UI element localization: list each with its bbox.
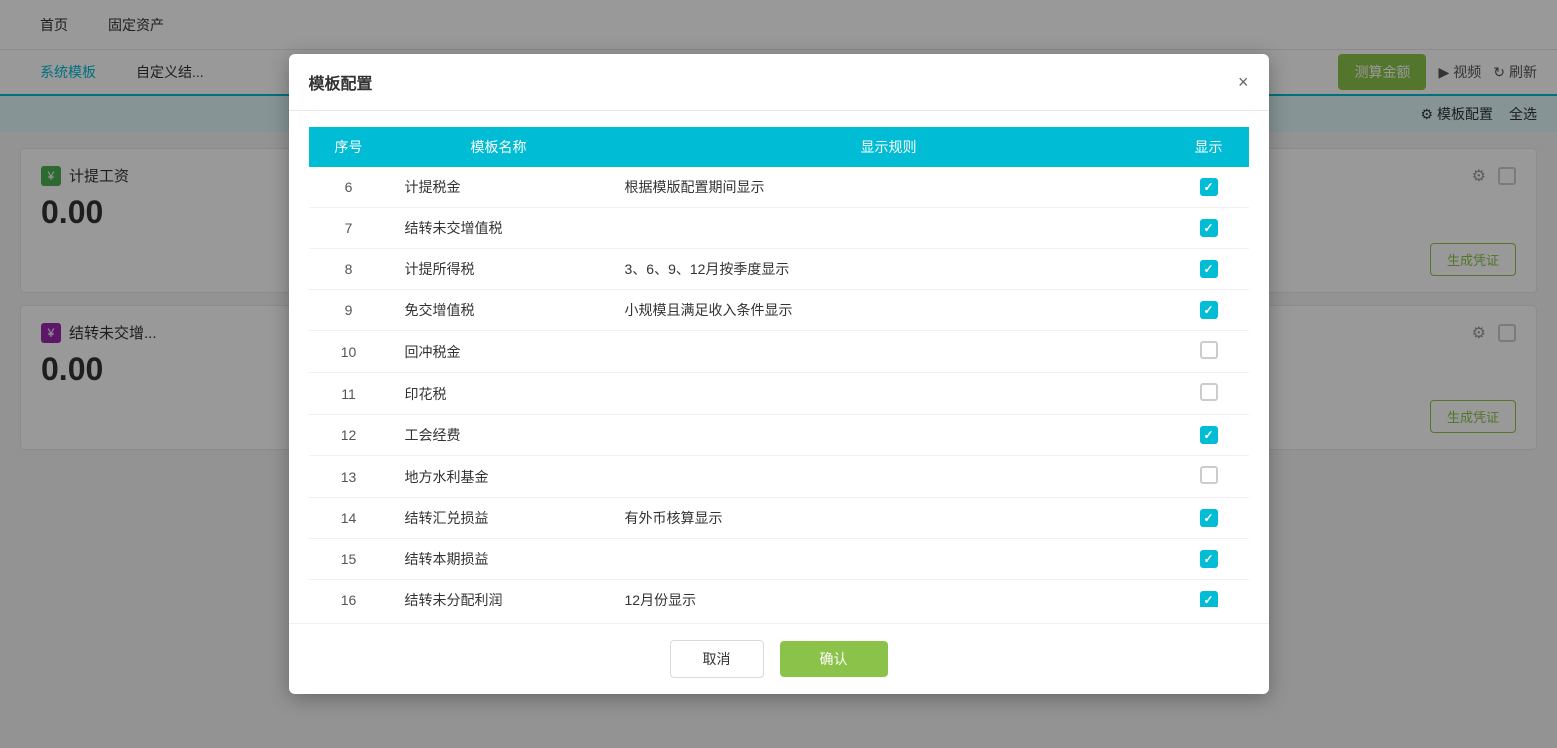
cell-seq-4: 10 (309, 331, 389, 373)
cell-name-2: 计提所得税 (389, 249, 609, 290)
table-row: 14结转汇兑损益有外币核算显示 (309, 498, 1249, 539)
checkbox-row-8[interactable] (1200, 509, 1218, 527)
modal-title: 模板配置 (309, 70, 373, 94)
cell-name-5: 印花税 (389, 373, 609, 415)
checkbox-row-9[interactable] (1200, 550, 1218, 568)
table-header-row: 序号 模板名称 显示规则 显示 (309, 127, 1249, 167)
table-row: 8计提所得税3、6、9、12月按季度显示 (309, 249, 1249, 290)
table-row: 11印花税 (309, 373, 1249, 415)
cell-check-2 (1169, 249, 1249, 290)
col-header-seq: 序号 (309, 127, 389, 167)
cell-check-6 (1169, 415, 1249, 456)
cell-seq-3: 9 (309, 290, 389, 331)
cell-name-8: 结转汇兑损益 (389, 498, 609, 539)
checkbox-row-7[interactable] (1200, 466, 1218, 484)
checkbox-row-6[interactable] (1200, 426, 1218, 444)
cell-seq-1: 7 (309, 208, 389, 249)
modal-body: 序号 模板名称 显示规则 显示 6计提税金根据模版配置期间显示7结转未交增值税8… (289, 111, 1269, 623)
cell-check-9 (1169, 539, 1249, 580)
config-table: 序号 模板名称 显示规则 显示 6计提税金根据模版配置期间显示7结转未交增值税8… (309, 127, 1249, 607)
table-row: 13地方水利基金 (309, 456, 1249, 498)
modal-overlay: 模板配置 × 序号 模板名称 显示规则 显示 6 (0, 0, 1557, 748)
confirm-button[interactable]: 确认 (780, 641, 888, 677)
cell-rule-1 (609, 208, 1169, 249)
col-header-display: 显示 (1169, 127, 1249, 167)
cell-seq-8: 14 (309, 498, 389, 539)
table-row: 10回冲税金 (309, 331, 1249, 373)
table-scroll-container[interactable]: 序号 模板名称 显示规则 显示 6计提税金根据模版配置期间显示7结转未交增值税8… (309, 127, 1249, 607)
table-row: 12工会经费 (309, 415, 1249, 456)
checkbox-row-2[interactable] (1200, 260, 1218, 278)
cell-seq-9: 15 (309, 539, 389, 580)
cell-rule-7 (609, 456, 1169, 498)
cell-check-1 (1169, 208, 1249, 249)
checkbox-row-5[interactable] (1200, 383, 1218, 401)
cell-rule-4 (609, 331, 1169, 373)
cell-rule-3: 小规模且满足收入条件显示 (609, 290, 1169, 331)
cell-seq-2: 8 (309, 249, 389, 290)
modal-header: 模板配置 × (289, 54, 1269, 111)
checkbox-row-10[interactable] (1200, 591, 1218, 607)
cell-rule-2: 3、6、9、12月按季度显示 (609, 249, 1169, 290)
cell-seq-0: 6 (309, 167, 389, 208)
cell-name-4: 回冲税金 (389, 331, 609, 373)
col-header-rule: 显示规则 (609, 127, 1169, 167)
cell-rule-5 (609, 373, 1169, 415)
table-row: 7结转未交增值税 (309, 208, 1249, 249)
checkbox-row-0[interactable] (1200, 178, 1218, 196)
cell-rule-10: 12月份显示 (609, 580, 1169, 608)
table-row: 16结转未分配利润12月份显示 (309, 580, 1249, 608)
table-body: 6计提税金根据模版配置期间显示7结转未交增值税8计提所得税3、6、9、12月按季… (309, 167, 1249, 607)
modal-footer: 取消 确认 (289, 623, 1269, 694)
cell-name-0: 计提税金 (389, 167, 609, 208)
cell-check-8 (1169, 498, 1249, 539)
col-header-name: 模板名称 (389, 127, 609, 167)
cell-check-4 (1169, 331, 1249, 373)
cell-check-10 (1169, 580, 1249, 608)
checkbox-row-3[interactable] (1200, 301, 1218, 319)
cancel-button[interactable]: 取消 (670, 640, 764, 678)
cell-name-6: 工会经费 (389, 415, 609, 456)
cell-name-7: 地方水利基金 (389, 456, 609, 498)
table-row: 6计提税金根据模版配置期间显示 (309, 167, 1249, 208)
cell-seq-6: 12 (309, 415, 389, 456)
checkbox-row-1[interactable] (1200, 219, 1218, 237)
cell-rule-8: 有外币核算显示 (609, 498, 1169, 539)
cell-name-3: 免交增值税 (389, 290, 609, 331)
cell-name-10: 结转未分配利润 (389, 580, 609, 608)
table-row: 9免交增值税小规模且满足收入条件显示 (309, 290, 1249, 331)
cell-check-5 (1169, 373, 1249, 415)
table-row: 15结转本期损益 (309, 539, 1249, 580)
cell-rule-9 (609, 539, 1169, 580)
checkbox-row-4[interactable] (1200, 341, 1218, 359)
table-head: 序号 模板名称 显示规则 显示 (309, 127, 1249, 167)
cell-name-9: 结转本期损益 (389, 539, 609, 580)
cell-seq-7: 13 (309, 456, 389, 498)
cell-seq-10: 16 (309, 580, 389, 608)
cell-check-0 (1169, 167, 1249, 208)
modal-template-config: 模板配置 × 序号 模板名称 显示规则 显示 6 (289, 54, 1269, 694)
cell-seq-5: 11 (309, 373, 389, 415)
cell-rule-6 (609, 415, 1169, 456)
cell-name-1: 结转未交增值税 (389, 208, 609, 249)
cell-rule-0: 根据模版配置期间显示 (609, 167, 1169, 208)
cell-check-7 (1169, 456, 1249, 498)
modal-close-button[interactable]: × (1238, 73, 1249, 91)
cell-check-3 (1169, 290, 1249, 331)
